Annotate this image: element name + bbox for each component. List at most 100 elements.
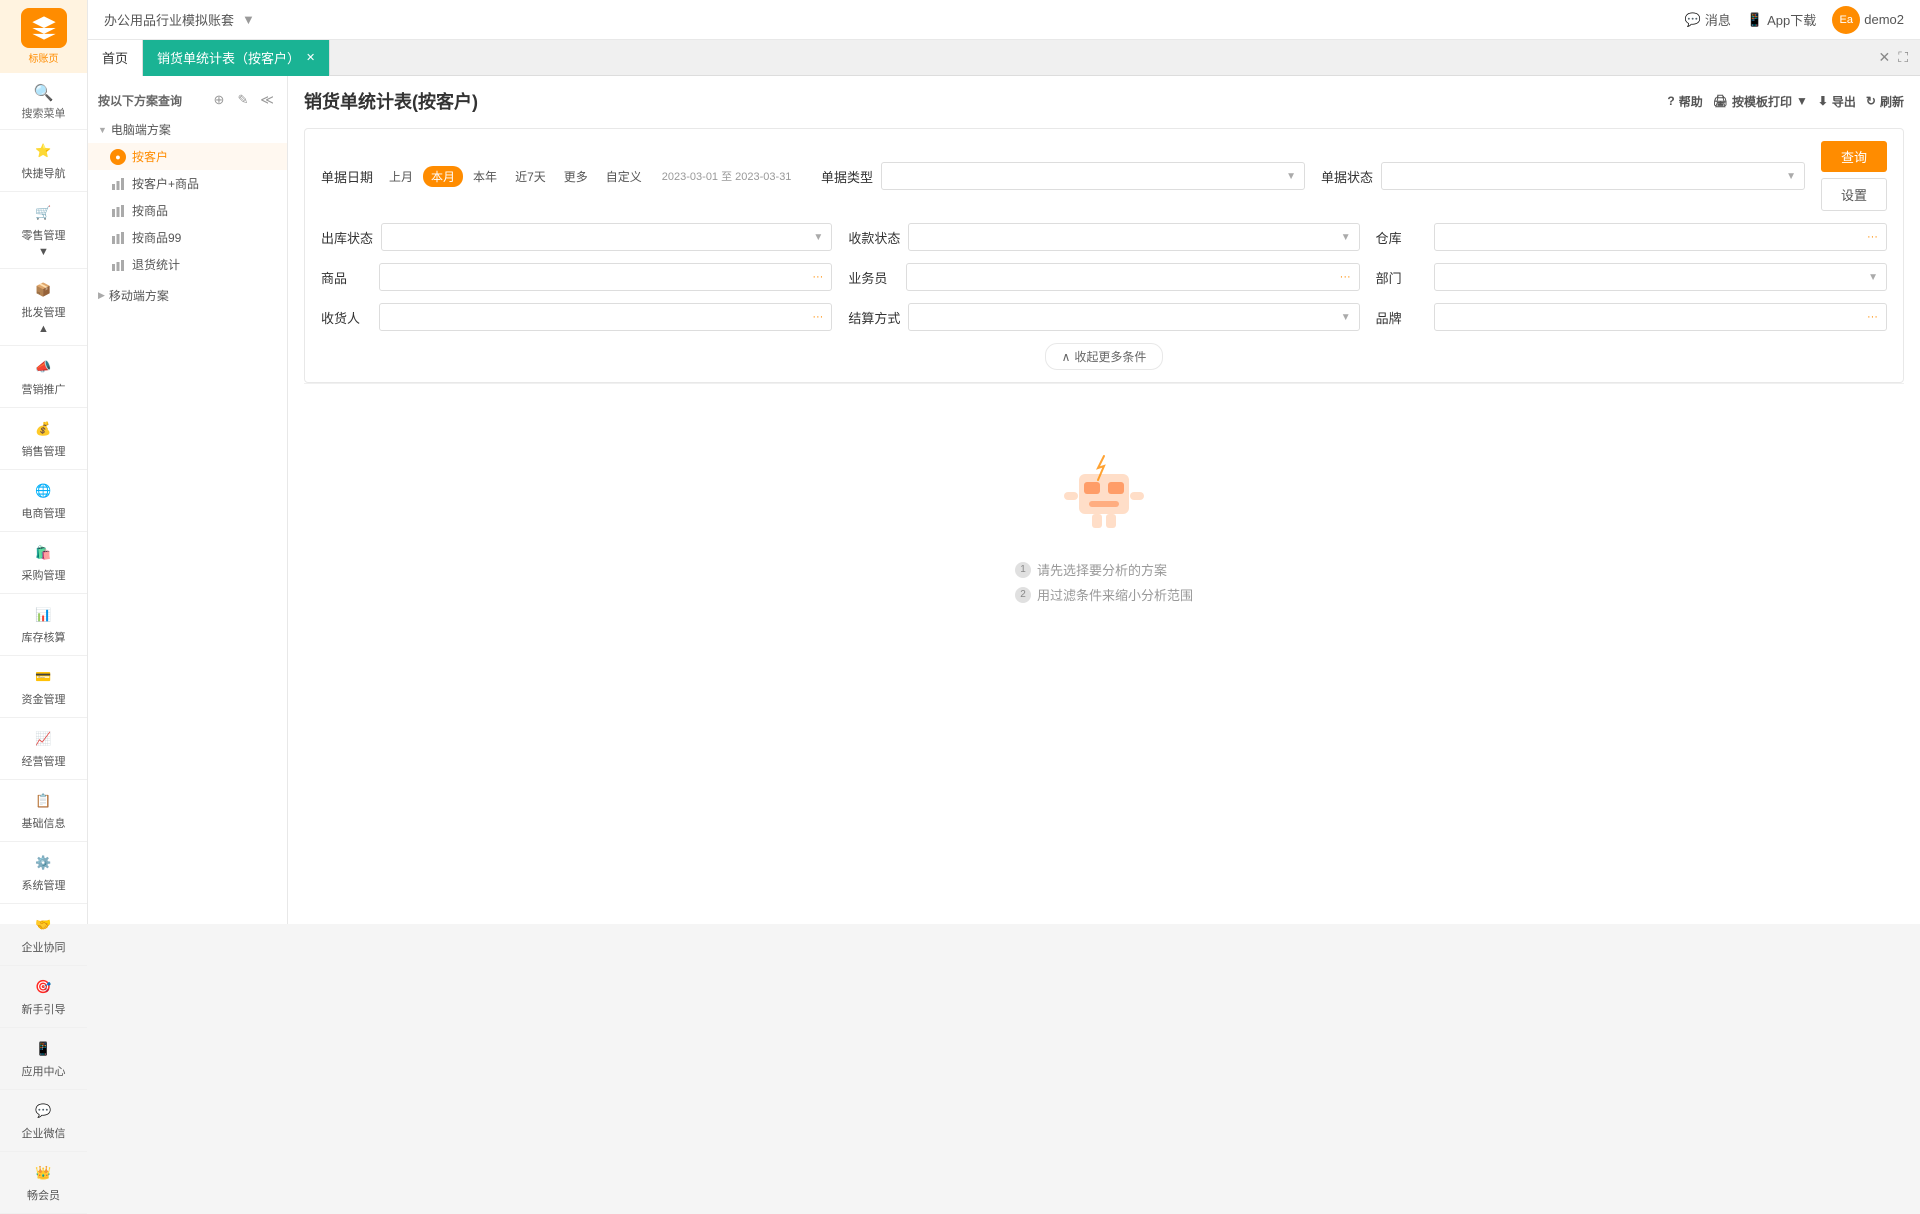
page-title-actions: ? 帮助 🖨 按模板打印 ▼ ⬇ 导出 ↻ 刷新 bbox=[1667, 93, 1904, 110]
finance-label: 资金管理 bbox=[22, 691, 66, 707]
doc-type-arrow: ▼ bbox=[1286, 171, 1296, 182]
receiver-input[interactable]: ··· bbox=[379, 303, 832, 331]
filter-item-payment-status: 收款状态 ▼ bbox=[848, 223, 1359, 251]
date-tab-last-month[interactable]: 上月 bbox=[381, 166, 421, 187]
sales-label: 销售管理 bbox=[22, 443, 66, 459]
sidebar-item-enterprise[interactable]: 🤝 企业协同 bbox=[0, 904, 87, 966]
date-tab-custom[interactable]: 自定义 bbox=[598, 166, 650, 187]
app-download-button[interactable]: 📱 App下载 bbox=[1747, 10, 1816, 29]
panel-group-mobile-header[interactable]: ▶ 移动端方案 bbox=[88, 282, 287, 309]
receiver-label: 收货人 bbox=[321, 308, 371, 327]
panel-item-by-customer[interactable]: ● 按客户 bbox=[88, 143, 287, 170]
return-stats-label: 退货统计 bbox=[132, 256, 180, 273]
marketing-label: 营销推广 bbox=[22, 381, 66, 397]
department-label: 部门 bbox=[1376, 268, 1426, 287]
message-button[interactable]: 💬 消息 bbox=[1685, 10, 1731, 29]
export-button[interactable]: ⬇ 导出 bbox=[1818, 93, 1856, 110]
by-product-99-icon bbox=[110, 230, 126, 246]
tab-home[interactable]: 首页 bbox=[88, 40, 143, 76]
product-input[interactable]: ··· bbox=[379, 263, 832, 291]
tab-close-button[interactable]: ✕ bbox=[306, 51, 315, 64]
refresh-button[interactable]: ↻ 刷新 bbox=[1866, 93, 1904, 110]
panel-item-by-customer-product[interactable]: 按客户+商品 bbox=[88, 170, 287, 197]
tab-maximize-area: ✕ ⛶ bbox=[1866, 49, 1920, 66]
sidebar-item-retail[interactable]: 🛒 零售管理 ▼ bbox=[0, 192, 87, 269]
filter-row-2: 出库状态 ▼ 收款状态 ▼ 仓库 bbox=[321, 223, 1887, 251]
date-tab-7days[interactable]: 近7天 bbox=[507, 166, 554, 187]
sidebar-item-marketing[interactable]: 📣 营销推广 bbox=[0, 346, 87, 408]
sidebar-item-shortcut[interactable]: ⭐ 快捷导航 bbox=[0, 130, 87, 192]
collapse-up-icon: ∧ bbox=[1062, 350, 1071, 364]
app-center-icon: 📱 bbox=[33, 1038, 55, 1060]
sidebar-item-finance[interactable]: 💳 资金管理 bbox=[0, 656, 87, 718]
sidebar: 标账页 🔍 搜索菜单 ⭐ 快捷导航 🛒 零售管理 ▼ 📦 批发管理 ▲ 📣 营销… bbox=[0, 0, 88, 924]
salesperson-input[interactable]: ··· bbox=[906, 263, 1359, 291]
wholesale-arrow: ▲ bbox=[38, 323, 49, 335]
sidebar-item-system[interactable]: ⚙️ 系统管理 bbox=[0, 842, 87, 904]
filter-item-department: 部门 ▼ bbox=[1376, 263, 1887, 291]
settlement-input[interactable]: ▼ bbox=[908, 303, 1359, 331]
collapse-button[interactable]: ∧ 收起更多条件 bbox=[1045, 343, 1164, 370]
topbar-dropdown-icon[interactable]: ▼ bbox=[242, 12, 255, 27]
finance-icon: 💳 bbox=[33, 666, 55, 688]
topbar-title: 办公用品行业模拟账套 bbox=[104, 10, 234, 29]
panel-item-return-stats[interactable]: 退货统计 bbox=[88, 251, 287, 278]
empty-state: 1 请先选择要分析的方案 2 用过滤条件来缩小分析范围 bbox=[304, 384, 1904, 670]
member-icon: 👑 bbox=[33, 1162, 55, 1184]
panel-item-by-product-99[interactable]: 按商品99 bbox=[88, 224, 287, 251]
sidebar-item-purchase[interactable]: 🛍️ 采购管理 bbox=[0, 532, 87, 594]
filter-item-salesperson: 业务员 ··· bbox=[848, 263, 1359, 291]
salesperson-more-btn[interactable]: ··· bbox=[1340, 271, 1351, 283]
sidebar-item-sales[interactable]: 💰 销售管理 bbox=[0, 408, 87, 470]
sidebar-item-basic-info[interactable]: 📋 基础信息 bbox=[0, 780, 87, 842]
department-input[interactable]: ▼ bbox=[1434, 263, 1887, 291]
doc-type-input[interactable]: ▼ bbox=[881, 162, 1305, 190]
sidebar-item-app-center[interactable]: 📱 应用中心 bbox=[0, 1028, 87, 1090]
sidebar-item-new-user[interactable]: 🎯 新手引导 bbox=[0, 966, 87, 1028]
date-tab-this-year[interactable]: 本年 bbox=[465, 166, 505, 187]
inventory-label: 库存核算 bbox=[22, 629, 66, 645]
panel-group-desktop-header[interactable]: ▼ 电脑端方案 bbox=[88, 116, 287, 143]
panel-item-by-product[interactable]: 按商品 bbox=[88, 197, 287, 224]
wholesale-icon: 📦 bbox=[33, 279, 55, 301]
query-button[interactable]: 查询 bbox=[1821, 141, 1887, 172]
payment-status-input[interactable]: ▼ bbox=[908, 223, 1359, 251]
tab-sales-stat[interactable]: 销货单统计表（按客户） ✕ bbox=[143, 40, 330, 76]
sidebar-item-wholesale[interactable]: 📦 批发管理 ▲ bbox=[0, 269, 87, 346]
help-button[interactable]: ? 帮助 bbox=[1667, 93, 1702, 110]
product-more-btn[interactable]: ··· bbox=[812, 271, 823, 283]
add-scheme-button[interactable]: ⊕ bbox=[209, 90, 229, 110]
salesperson-label: 业务员 bbox=[848, 268, 898, 287]
print-button[interactable]: 🖨 按模板打印 ▼ bbox=[1713, 93, 1808, 110]
out-status-input[interactable]: ▼ bbox=[381, 223, 832, 251]
brand-more-btn[interactable]: ··· bbox=[1867, 311, 1878, 323]
group-desktop-title: 电脑端方案 bbox=[111, 121, 171, 138]
edit-scheme-button[interactable]: ✎ bbox=[233, 90, 253, 110]
tab-close-window-button[interactable]: ✕ bbox=[1878, 49, 1890, 66]
enterprise-icon: 🤝 bbox=[33, 914, 55, 936]
return-stats-icon bbox=[110, 257, 126, 273]
sidebar-item-operations[interactable]: 📈 经营管理 bbox=[0, 718, 87, 780]
sidebar-logo[interactable]: 标账页 bbox=[0, 0, 87, 73]
date-tab-more[interactable]: 更多 bbox=[556, 166, 596, 187]
warehouse-label: 仓库 bbox=[1376, 228, 1426, 247]
sidebar-item-ecommerce[interactable]: 🌐 电商管理 bbox=[0, 470, 87, 532]
receiver-more-btn[interactable]: ··· bbox=[812, 311, 823, 323]
tab-sales-stat-label: 销货单统计表（按客户） bbox=[157, 48, 300, 67]
warehouse-input[interactable]: ··· bbox=[1434, 223, 1887, 251]
sidebar-search-menu[interactable]: 🔍 搜索菜单 bbox=[0, 73, 87, 130]
sidebar-item-wechat[interactable]: 💬 企业微信 bbox=[0, 1090, 87, 1152]
date-tab-this-month[interactable]: 本月 bbox=[423, 166, 463, 187]
sidebar-item-member[interactable]: 👑 畅会员 bbox=[0, 1152, 87, 1214]
doc-status-input[interactable]: ▼ bbox=[1381, 162, 1805, 190]
sidebar-item-inventory[interactable]: 📊 库存核算 bbox=[0, 594, 87, 656]
settings-button[interactable]: 设置 bbox=[1821, 178, 1887, 211]
brand-input[interactable]: ··· bbox=[1434, 303, 1887, 331]
date-filter: 上月 本月 本年 近7天 更多 自定义 2023-03-01 至 2023-03… bbox=[381, 166, 805, 187]
tab-maximize-button[interactable]: ⛶ bbox=[1898, 49, 1908, 66]
wechat-label: 企业微信 bbox=[22, 1125, 66, 1141]
warehouse-more-btn[interactable]: ··· bbox=[1867, 231, 1878, 243]
collapse-panel-button[interactable]: ≪ bbox=[257, 90, 277, 110]
user-menu[interactable]: Ea demo2 bbox=[1832, 6, 1904, 34]
filter-item-settlement: 结算方式 ▼ bbox=[848, 303, 1359, 331]
